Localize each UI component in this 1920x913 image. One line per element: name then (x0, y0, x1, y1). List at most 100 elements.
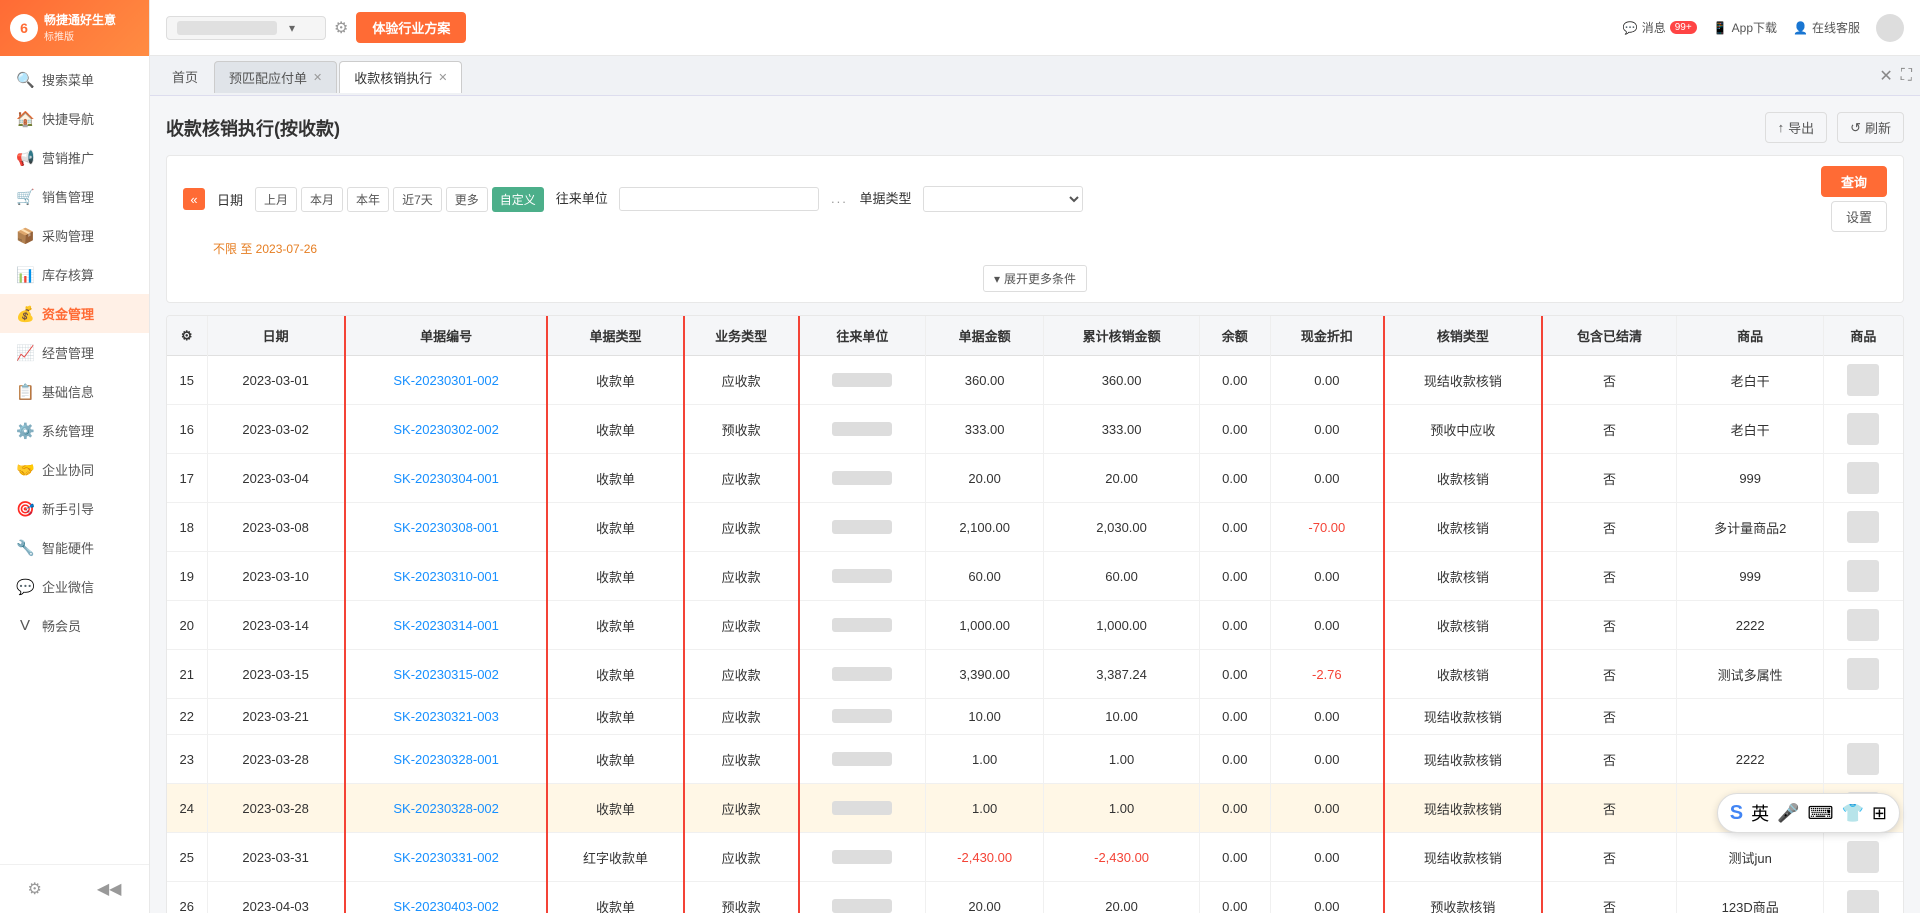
tab-receipts[interactable]: 收款核销执行 ✕ (339, 61, 462, 93)
online-service[interactable]: 👤 在线客服 (1793, 19, 1860, 36)
sidebar-item-purchase[interactable]: 📦采购管理 (0, 216, 149, 255)
bill-no-link[interactable]: SK-20230321-003 (393, 709, 499, 724)
cell-include-settled: 否 (1542, 833, 1677, 882)
sidebar-item-quick-nav[interactable]: 🏠快捷导航 (0, 99, 149, 138)
bill-no-link[interactable]: SK-20230308-001 (393, 520, 499, 535)
message-icon: 💬 (1623, 21, 1638, 35)
sogou-shirt-icon[interactable]: 👕 (1841, 803, 1863, 824)
expand-conditions-btn[interactable]: ▾ 展开更多条件 (983, 265, 1087, 292)
sidebar-item-corp[interactable]: 🤝企业协同 (0, 450, 149, 489)
table-row: 19 2023-03-10 SK-20230310-001 收款单 应收款 60… (167, 552, 1903, 601)
export-btn[interactable]: ↑ 导出 (1765, 112, 1828, 143)
service-icon: 👤 (1793, 21, 1808, 35)
nav-icon-operation: 📈 (16, 344, 34, 362)
cell-balance: 0.00 (1200, 405, 1271, 454)
query-btn[interactable]: 查询 (1821, 166, 1887, 197)
cell-total-writeoff: 1.00 (1044, 784, 1200, 833)
refresh-btn[interactable]: ↺ 刷新 (1837, 112, 1904, 143)
sidebar-item-inventory[interactable]: 📊库存核算 (0, 255, 149, 294)
custom-btn[interactable]: 自定义 (492, 187, 544, 212)
sidebar-collapse-icon[interactable]: ◀◀ (89, 875, 130, 903)
cell-goods-img (1823, 699, 1903, 735)
cell-goods (1677, 699, 1823, 735)
sogou-lang-icon[interactable]: 英 (1751, 800, 1769, 826)
top-bar: ▾ ⚙ 体验行业方案 💬 消息 99+ 📱 App下载 👤 在线客服 (150, 0, 1920, 56)
sidebar-settings-icon[interactable]: ⚙ (20, 875, 50, 903)
cell-partner (799, 784, 926, 833)
sogou-keyboard-icon[interactable]: ⌨ (1808, 803, 1834, 824)
user-avatar[interactable] (1876, 14, 1904, 42)
this-year-btn[interactable]: 本年 (347, 187, 389, 212)
sidebar-item-operation[interactable]: 📈经营管理 (0, 333, 149, 372)
cell-num: 21 (167, 650, 207, 699)
cell-partner (799, 454, 926, 503)
nav-icon-inventory: 📊 (16, 266, 34, 284)
bill-no-link[interactable]: SK-20230328-002 (393, 801, 499, 816)
sidebar: 6 畅捷通好生意 标推版 🔍搜索菜单🏠快捷导航📢营销推广🛒销售管理📦采购管理📊库… (0, 0, 150, 913)
company-selector[interactable]: ▾ (166, 16, 326, 40)
last-month-btn[interactable]: 上月 (255, 187, 297, 212)
sidebar-item-wechat[interactable]: 💬企业微信 (0, 567, 149, 606)
receipts-tab-close-icon[interactable]: ✕ (438, 71, 447, 84)
sogou-mic-icon[interactable]: 🎤 (1777, 803, 1799, 824)
col-gear[interactable]: ⚙ (167, 316, 207, 356)
cell-bill-no: SK-20230331-002 (345, 833, 548, 882)
this-month-btn[interactable]: 本月 (301, 187, 343, 212)
partner-blurred (832, 422, 892, 436)
cell-writeoff-type: 收款核销 (1384, 552, 1542, 601)
sidebar-item-finance[interactable]: 💰资金管理 (0, 294, 149, 333)
bill-type-select[interactable] (923, 186, 1083, 212)
bill-no-link[interactable]: SK-20230301-002 (393, 373, 499, 388)
cell-partner (799, 735, 926, 784)
sidebar-item-marketing[interactable]: 📢营销推广 (0, 138, 149, 177)
experience-btn[interactable]: 体验行业方案 (356, 12, 466, 43)
sidebar-item-guide[interactable]: 🎯新手引导 (0, 489, 149, 528)
sidebar-item-search[interactable]: 🔍搜索菜单 (0, 60, 149, 99)
sogou-toolbar[interactable]: S 英 🎤 ⌨ 👕 ⊞ (1717, 793, 1900, 833)
cell-balance: 0.00 (1200, 699, 1271, 735)
bill-no-link[interactable]: SK-20230331-002 (393, 850, 499, 865)
sidebar-bottom: ⚙ ◀◀ (0, 864, 149, 913)
sidebar-logo: 6 畅捷通好生意 标推版 (0, 0, 149, 56)
sidebar-item-basic[interactable]: 📋基础信息 (0, 372, 149, 411)
more-btn[interactable]: 更多 (446, 187, 488, 212)
col-gear-icon[interactable]: ⚙ (181, 328, 193, 343)
content-area: 收款核销执行(按收款) ↑ 导出 ↺ 刷新 « 日期 (150, 96, 1920, 913)
notification-messages[interactable]: 💬 消息 99+ (1623, 19, 1697, 36)
sidebar-item-sales[interactable]: 🛒销售管理 (0, 177, 149, 216)
cell-cash-discount: 0.00 (1270, 833, 1384, 882)
sidebar-item-system[interactable]: ⚙️系统管理 (0, 411, 149, 450)
cell-goods-img (1823, 405, 1903, 454)
bill-no-link[interactable]: SK-20230403-002 (393, 899, 499, 913)
table-scroll[interactable]: ⚙ 日期 单据编号 单据类型 业务类型 往来单位 单据金额 累计核销金额 (167, 316, 1903, 913)
cell-balance: 0.00 (1200, 503, 1271, 552)
filter-collapse-btn[interactable]: « (183, 188, 205, 210)
filter-settings-btn[interactable]: 设置 (1831, 201, 1887, 232)
cell-cash-discount: 0.00 (1270, 405, 1384, 454)
sidebar-item-hardware[interactable]: 🔧智能硬件 (0, 528, 149, 567)
bill-no-link[interactable]: SK-20230314-001 (393, 618, 499, 633)
bill-no-link[interactable]: SK-20230310-001 (393, 569, 499, 584)
topbar-settings-icon[interactable]: ⚙ (334, 18, 348, 38)
bill-no-link[interactable]: SK-20230328-001 (393, 752, 499, 767)
bill-no-link[interactable]: SK-20230302-002 (393, 422, 499, 437)
tab-bar-close-btn[interactable]: ✕ (1879, 66, 1892, 86)
bill-no-link[interactable]: SK-20230315-002 (393, 667, 499, 682)
expand-icon: ▾ (994, 272, 1000, 286)
tab-home[interactable]: 首页 (158, 61, 212, 92)
nav-label-system: 系统管理 (42, 421, 94, 440)
partner-filter-label: 往来单位 (556, 191, 608, 206)
tab-bar-expand-btn[interactable]: ⛶ (1901, 66, 1912, 86)
cell-cash-discount: -2.76 (1270, 650, 1384, 699)
table-row: 15 2023-03-01 SK-20230301-002 收款单 应收款 36… (167, 356, 1903, 405)
last7-btn[interactable]: 近7天 (393, 187, 442, 212)
partner-filter-input[interactable] (619, 187, 819, 211)
app-download-label: App下载 (1732, 19, 1777, 36)
bill-no-link[interactable]: SK-20230304-001 (393, 471, 499, 486)
tab-preapply[interactable]: 预匹配应付单 ✕ (214, 61, 337, 93)
sogou-grid-icon[interactable]: ⊞ (1872, 803, 1887, 824)
app-download[interactable]: 📱 App下载 (1713, 19, 1777, 36)
sidebar-item-member[interactable]: V畅会员 (0, 606, 149, 645)
cell-partner (799, 833, 926, 882)
preapply-tab-close-icon[interactable]: ✕ (313, 71, 322, 84)
